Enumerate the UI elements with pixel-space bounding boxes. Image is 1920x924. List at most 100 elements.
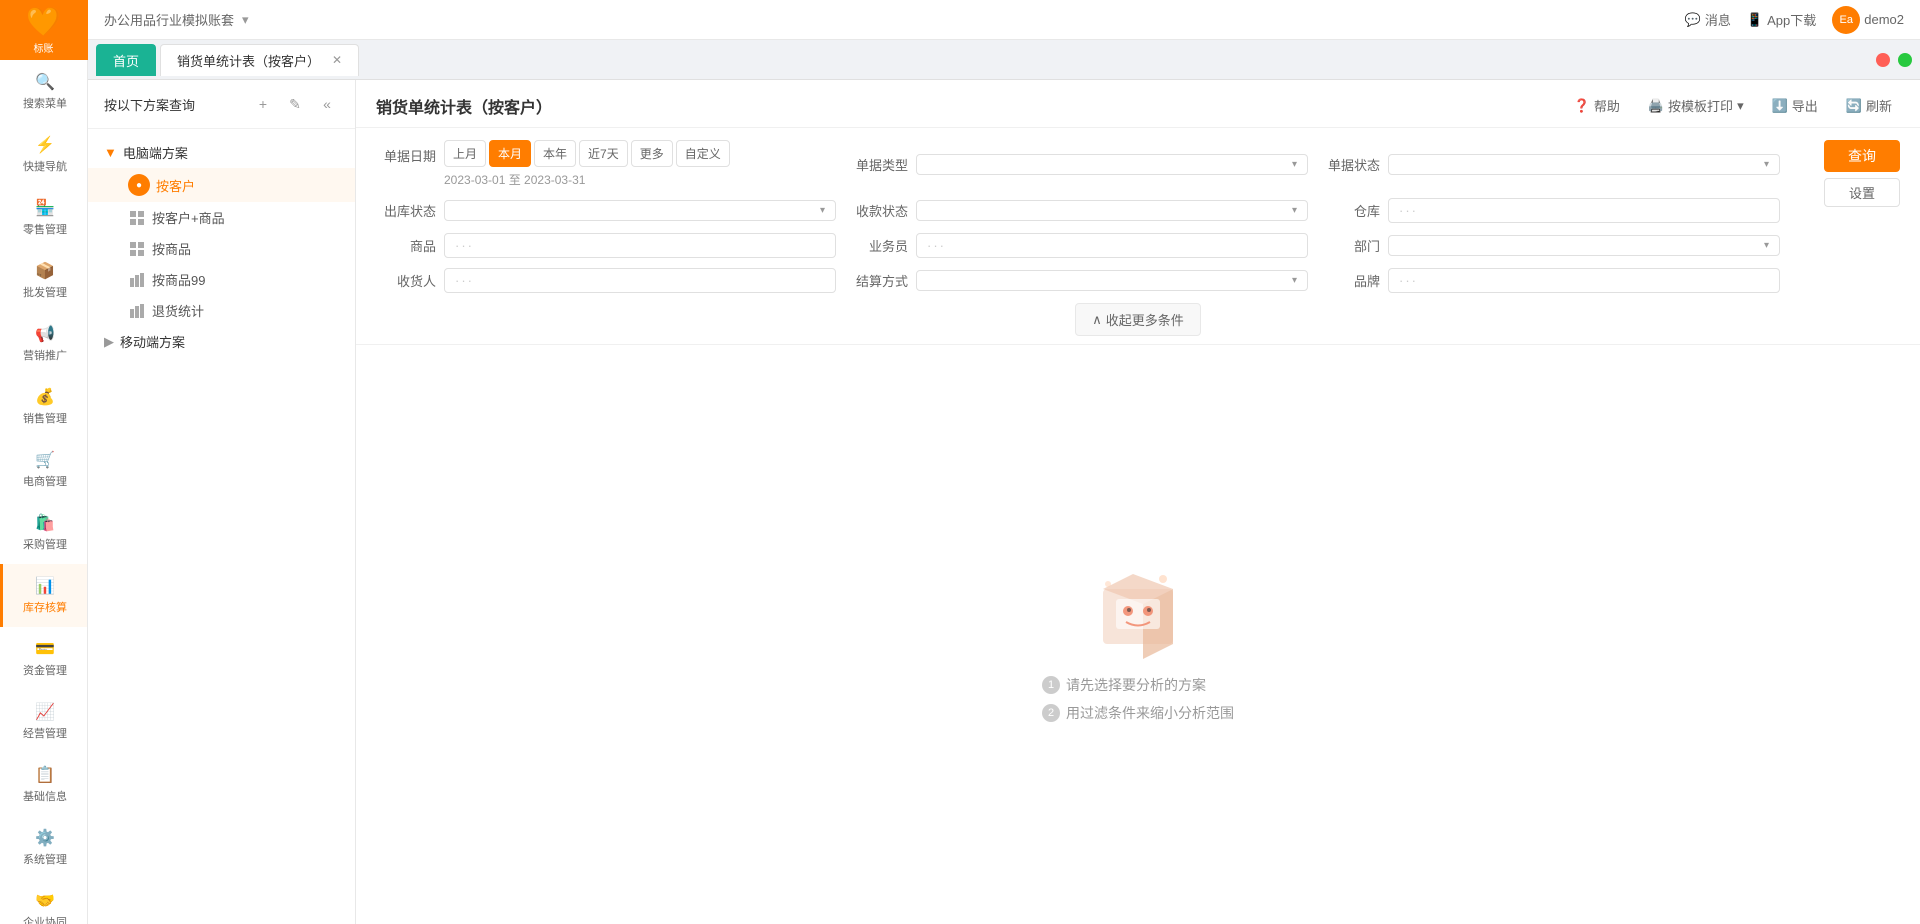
order-type-arrow-icon: ▾ bbox=[1292, 159, 1297, 170]
order-type-filter-cell: 单据类型 ▾ bbox=[848, 140, 1308, 188]
date-filter-cell: 单据日期 上月 本月 本年 近7天 更多 自定义 2023-03-01 至 20… bbox=[376, 140, 836, 188]
department-filter-cell: 部门 ▾ bbox=[1320, 233, 1780, 258]
app-logo[interactable]: 🧡 标账 bbox=[0, 0, 88, 60]
search-icon: 🔍 bbox=[35, 72, 55, 92]
empty-hint-2: 2 用过滤条件来缩小分析范围 bbox=[1042, 703, 1234, 723]
window-close-button[interactable]: ✕ bbox=[1876, 53, 1890, 67]
sidebar-item-cooperation[interactable]: 🤝 企业协同 bbox=[0, 879, 87, 924]
add-scheme-button[interactable]: + bbox=[251, 92, 275, 116]
tree-child-return-stats[interactable]: 退货统计 bbox=[88, 295, 355, 326]
refresh-button[interactable]: 🔄 刷新 bbox=[1838, 92, 1900, 119]
tree-child-product-label: 按商品 bbox=[152, 239, 191, 258]
sidebar-item-ecommerce[interactable]: 🛒 电商管理 bbox=[0, 438, 87, 501]
settings-button[interactable]: 设置 bbox=[1824, 178, 1900, 207]
empty-state: 1 请先选择要分析的方案 2 用过滤条件来缩小分析范围 bbox=[356, 345, 1920, 924]
finance-icon: 💳 bbox=[35, 639, 55, 659]
receiver-input[interactable]: ··· bbox=[444, 268, 836, 293]
edit-scheme-button[interactable]: ✎ bbox=[283, 92, 307, 116]
department-arrow-icon: ▾ bbox=[1764, 240, 1769, 251]
window-maximize-button[interactable]: ⛶ bbox=[1898, 53, 1912, 67]
collapse-button[interactable]: ∧ 收起更多条件 bbox=[1075, 303, 1201, 336]
tree-parent-mobile[interactable]: ▶ 移动端方案 bbox=[88, 326, 355, 357]
header-dropdown-icon[interactable]: ▾ bbox=[242, 12, 249, 28]
empty-hint-1: 1 请先选择要分析的方案 bbox=[1042, 675, 1234, 695]
app-download-button[interactable]: 📱 App下载 bbox=[1747, 10, 1816, 29]
page-title: 销货单统计表（按客户） bbox=[376, 94, 552, 118]
tree-child-by-product[interactable]: 按商品 bbox=[88, 233, 355, 264]
add-icon: + bbox=[259, 96, 267, 112]
sidebar-item-finance[interactable]: 💳 资金管理 bbox=[0, 627, 87, 690]
collapse-panel-button[interactable]: « bbox=[315, 92, 339, 116]
tree-parent-pc[interactable]: ▼ 电脑端方案 bbox=[88, 137, 355, 168]
date-btn-last-month[interactable]: 上月 bbox=[444, 140, 486, 167]
step-2-icon: 2 bbox=[1042, 704, 1060, 722]
date-btn-more[interactable]: 更多 bbox=[631, 140, 673, 167]
salesperson-input[interactable]: ··· bbox=[916, 233, 1308, 258]
sidebar-item-operations[interactable]: 📈 经营管理 bbox=[0, 690, 87, 753]
sidebar-item-sales[interactable]: 💰 销售管理 bbox=[0, 375, 87, 438]
purchase-icon: 🛍️ bbox=[35, 513, 55, 533]
order-type-select[interactable]: ▾ bbox=[916, 154, 1308, 175]
empty-hint-1-text: 请先选择要分析的方案 bbox=[1066, 675, 1206, 695]
settlement-select[interactable]: ▾ bbox=[916, 270, 1308, 291]
tab-sales-stats[interactable]: 销货单统计表（按客户） ✕ bbox=[160, 44, 359, 76]
receipt-status-select[interactable]: ▾ bbox=[916, 200, 1308, 221]
warehouse-input[interactable]: ··· bbox=[1388, 198, 1780, 223]
quick-nav-icon: ⚡ bbox=[35, 135, 55, 155]
sidebar-label-system: 系统管理 bbox=[23, 851, 67, 867]
print-label: 按模板打印 bbox=[1668, 96, 1733, 115]
date-btn-custom[interactable]: 自定义 bbox=[676, 140, 730, 167]
date-btn-this-month[interactable]: 本月 bbox=[489, 140, 531, 167]
user-profile[interactable]: Ea demo2 bbox=[1832, 6, 1904, 34]
tree-child-by-customer[interactable]: ● 按客户 bbox=[88, 168, 355, 202]
sidebar-label-ecommerce: 电商管理 bbox=[23, 473, 67, 489]
tree-child-return-stats-label: 退货统计 bbox=[152, 301, 204, 320]
order-status-select[interactable]: ▾ bbox=[1388, 154, 1780, 175]
sidebar-item-retail[interactable]: 🏪 零售管理 bbox=[0, 186, 87, 249]
right-actions: 查询 设置 bbox=[1824, 140, 1900, 207]
left-panel: 按以下方案查询 + ✎ « ▼ 电脑端方案 bbox=[88, 80, 356, 924]
tree-parent-mobile-label: 移动端方案 bbox=[120, 332, 185, 351]
edit-icon: ✎ bbox=[289, 96, 301, 113]
empty-hint-2-text: 用过滤条件来缩小分析范围 bbox=[1066, 703, 1234, 723]
sidebar-label-inventory: 库存核算 bbox=[23, 599, 67, 615]
sidebar-item-search[interactable]: 🔍 搜索菜单 bbox=[0, 60, 87, 123]
selected-scheme-icon: ● bbox=[128, 174, 150, 196]
sidebar-label-cooperation: 企业协同 bbox=[23, 914, 67, 924]
sidebar-item-marketing[interactable]: 📢 营销推广 bbox=[0, 312, 87, 375]
department-select[interactable]: ▾ bbox=[1388, 235, 1780, 256]
brand-input[interactable]: ··· bbox=[1388, 268, 1780, 293]
query-button[interactable]: 查询 bbox=[1824, 140, 1900, 172]
date-btn-this-year[interactable]: 本年 bbox=[534, 140, 576, 167]
salesperson-dots: ··· bbox=[927, 238, 946, 253]
sidebar-item-wholesale[interactable]: 📦 批发管理 bbox=[0, 249, 87, 312]
help-button[interactable]: ❓ 帮助 bbox=[1566, 92, 1628, 119]
msg-button[interactable]: 💬 消息 bbox=[1685, 10, 1731, 29]
brand-filter-cell: 品牌 ··· bbox=[1320, 268, 1780, 293]
sidebar-item-inventory[interactable]: 📊 库存核算 bbox=[0, 564, 87, 627]
print-button[interactable]: 🖨️ 按模板打印 ▾ bbox=[1640, 92, 1752, 119]
tree-child-by-product-99[interactable]: 按商品99 bbox=[88, 264, 355, 295]
department-label: 部门 bbox=[1320, 236, 1380, 255]
warehouse-filter-cell: 仓库 ··· bbox=[1320, 198, 1780, 223]
sidebar-label-wholesale: 批发管理 bbox=[23, 284, 67, 300]
receipt-status-label: 收款状态 bbox=[848, 201, 908, 220]
collapse-icon: « bbox=[323, 96, 331, 112]
product-input[interactable]: ··· bbox=[444, 233, 836, 258]
out-status-select[interactable]: ▾ bbox=[444, 200, 836, 221]
export-button[interactable]: ⬇️ 导出 bbox=[1764, 92, 1826, 119]
sidebar: 🧡 标账 🔍 搜索菜单 ⚡ 快捷导航 🏪 零售管理 📦 批发管理 📢 营销推广 … bbox=[0, 0, 88, 924]
left-panel-actions: + ✎ « bbox=[251, 92, 339, 116]
logo-text: 标账 bbox=[34, 40, 54, 55]
sidebar-item-purchase[interactable]: 🛍️ 采购管理 bbox=[0, 501, 87, 564]
date-range-display: 2023-03-01 至 2023-03-31 bbox=[444, 171, 730, 188]
tab-home[interactable]: 首页 bbox=[96, 44, 156, 76]
sidebar-item-basic[interactable]: 📋 基础信息 bbox=[0, 753, 87, 816]
sidebar-item-system[interactable]: ⚙️ 系统管理 bbox=[0, 816, 87, 879]
print-dropdown-icon: ▾ bbox=[1737, 98, 1744, 114]
tree-child-by-customer-product[interactable]: 按客户+商品 bbox=[88, 202, 355, 233]
tab-close-icon[interactable]: ✕ bbox=[332, 53, 342, 67]
sidebar-item-quick-nav[interactable]: ⚡ 快捷导航 bbox=[0, 123, 87, 186]
logo-icon: 🧡 bbox=[26, 5, 61, 38]
date-btn-7days[interactable]: 近7天 bbox=[579, 140, 628, 167]
